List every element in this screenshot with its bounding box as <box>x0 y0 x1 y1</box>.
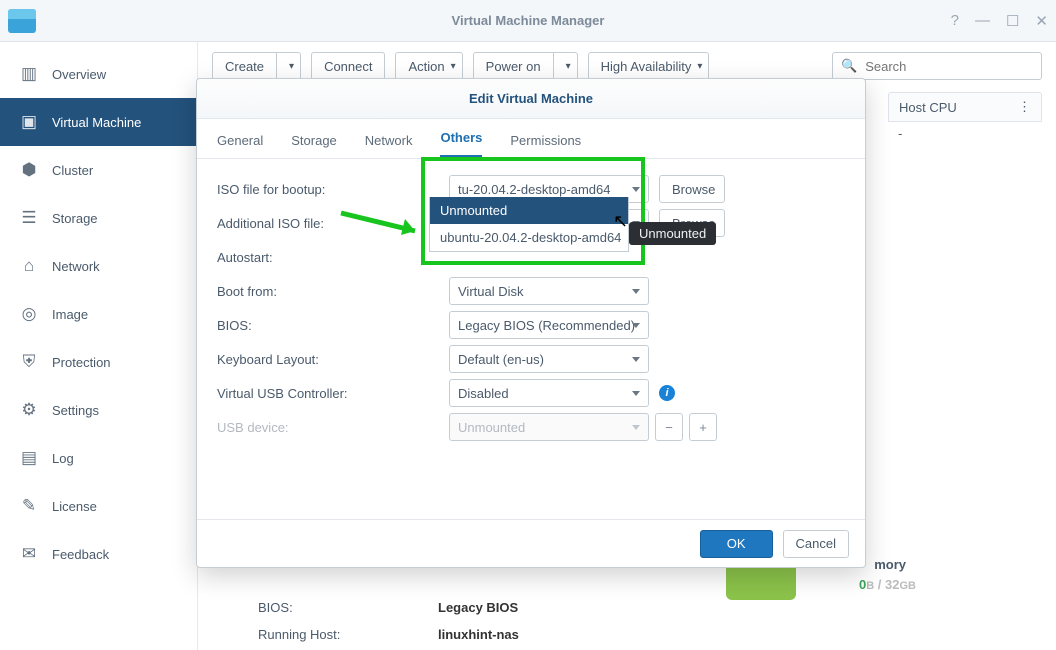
network-icon: ⌂ <box>18 255 40 277</box>
overview-icon: ▥ <box>18 63 40 85</box>
sidebar-item-label: Settings <box>52 403 99 418</box>
label-autostart: Autostart: <box>217 250 449 265</box>
tooltip: Unmounted <box>629 222 716 245</box>
sidebar-item-label: Image <box>52 307 88 322</box>
sidebar-item-label: Cluster <box>52 163 93 178</box>
action-button[interactable]: Action▾ <box>395 52 462 80</box>
sidebar-item-virtual-machine[interactable]: ▣ Virtual Machine <box>0 98 197 146</box>
modal-title: Edit Virtual Machine <box>197 79 865 119</box>
minimize-icon[interactable]: — <box>975 12 990 30</box>
title-bar: Virtual Machine Manager ? — ☐ ✕ <box>0 0 1056 42</box>
power-on-caret[interactable]: ▾ <box>554 52 578 80</box>
iso-bootup-browse-button[interactable]: Browse <box>659 175 725 203</box>
modal-tabs: General Storage Network Others Permissio… <box>197 119 865 159</box>
sidebar-item-label: License <box>52 499 97 514</box>
sidebar-item-network[interactable]: ⌂ Network <box>0 242 197 290</box>
sidebar-item-label: Log <box>52 451 74 466</box>
form-area: ISO file for bootup: tu-20.04.2-desktop-… <box>197 159 865 519</box>
toolbar: Create ▾ Connect Action▾ Power on ▾ High… <box>212 52 1042 80</box>
sidebar-item-label: Protection <box>52 355 111 370</box>
help-icon[interactable]: ? <box>951 12 959 30</box>
sidebar-item-protection[interactable]: ⛨ Protection <box>0 338 197 386</box>
vm-icon: ▣ <box>18 111 40 133</box>
label-additional-iso: Additional ISO file: <box>217 216 449 231</box>
connect-button[interactable]: Connect <box>311 52 385 80</box>
bios-select[interactable]: Legacy BIOS (Recommended) <box>449 311 649 339</box>
label-usb-controller: Virtual USB Controller: <box>217 386 449 401</box>
cluster-icon: ⬢ <box>18 159 40 181</box>
sidebar-item-feedback[interactable]: ✉ Feedback <box>0 530 197 578</box>
search-icon: 🔍 <box>841 58 857 74</box>
sidebar-item-overview[interactable]: ▥ Overview <box>0 50 197 98</box>
label-bios: BIOS: <box>217 318 449 333</box>
sidebar-item-label: Virtual Machine <box>52 115 141 130</box>
sidebar-item-label: Storage <box>52 211 98 226</box>
settings-icon: ⚙ <box>18 399 40 421</box>
sidebar-item-image[interactable]: ◎ Image <box>0 290 197 338</box>
feedback-icon: ✉ <box>18 543 40 565</box>
memory-value: 0B / 32GB <box>859 577 916 592</box>
tab-others[interactable]: Others <box>440 130 482 158</box>
memory-label: mory <box>874 557 906 572</box>
tab-network[interactable]: Network <box>365 133 413 158</box>
tab-permissions[interactable]: Permissions <box>510 133 581 158</box>
label-boot-from: Boot from: <box>217 284 449 299</box>
log-icon: ▤ <box>18 447 40 469</box>
dropdown-option-unmounted[interactable]: Unmounted <box>430 197 628 224</box>
caret-down-icon: ▾ <box>697 61 702 72</box>
tab-general[interactable]: General <box>217 133 263 158</box>
create-button[interactable]: Create <box>212 52 277 80</box>
caret-down-icon: ▾ <box>289 61 294 72</box>
sidebar-item-cluster[interactable]: ⬢ Cluster <box>0 146 197 194</box>
sidebar-item-log[interactable]: ▤ Log <box>0 434 197 482</box>
sidebar-item-license[interactable]: ✎ License <box>0 482 197 530</box>
label-keyboard-layout: Keyboard Layout: <box>217 352 449 367</box>
app-icon <box>8 9 36 33</box>
high-availability-button[interactable]: High Availability▾ <box>588 52 710 80</box>
sidebar-item-settings[interactable]: ⚙ Settings <box>0 386 197 434</box>
storage-icon: ☰ <box>18 207 40 229</box>
table-row-value: - <box>888 122 1042 145</box>
close-icon[interactable]: ✕ <box>1035 12 1048 30</box>
license-icon: ✎ <box>18 495 40 517</box>
usb-remove-button[interactable]: − <box>655 413 683 441</box>
keyboard-layout-select[interactable]: Default (en-us) <box>449 345 649 373</box>
usb-controller-select[interactable]: Disabled <box>449 379 649 407</box>
additional-iso-dropdown: Unmounted ubuntu-20.04.2-desktop-amd64 <box>429 197 629 252</box>
sidebar-item-label: Feedback <box>52 547 109 562</box>
boot-from-select[interactable]: Virtual Disk <box>449 277 649 305</box>
modal-footer: OK Cancel <box>197 519 865 567</box>
sidebar-item-storage[interactable]: ☰ Storage <box>0 194 197 242</box>
ok-button[interactable]: OK <box>700 530 773 558</box>
caret-down-icon: ▾ <box>451 61 456 72</box>
search-input[interactable] <box>863 58 1043 75</box>
image-icon: ◎ <box>18 303 40 325</box>
caret-down-icon: ▾ <box>566 61 571 72</box>
info-icon[interactable]: i <box>659 385 675 401</box>
create-caret[interactable]: ▾ <box>277 52 301 80</box>
window-title: Virtual Machine Manager <box>0 13 1056 28</box>
edit-vm-modal: Edit Virtual Machine General Storage Net… <box>196 78 866 568</box>
protection-icon: ⛨ <box>18 351 40 373</box>
usb-add-button[interactable]: + <box>689 413 717 441</box>
search-box[interactable]: 🔍 <box>832 52 1042 80</box>
kebab-icon[interactable]: ⋮ <box>1018 99 1031 115</box>
power-on-button[interactable]: Power on <box>473 52 554 80</box>
label-iso-bootup: ISO file for bootup: <box>217 182 449 197</box>
tab-storage[interactable]: Storage <box>291 133 337 158</box>
sidebar-item-label: Network <box>52 259 100 274</box>
usb-device-select: Unmounted <box>449 413 649 441</box>
column-header-host-cpu[interactable]: Host CPU ⋮ <box>888 92 1042 122</box>
dropdown-option-ubuntu[interactable]: ubuntu-20.04.2-desktop-amd64 <box>430 224 628 251</box>
cancel-button[interactable]: Cancel <box>783 530 849 558</box>
sidebar: ▥ Overview ▣ Virtual Machine ⬢ Cluster ☰… <box>0 42 198 650</box>
maximize-icon[interactable]: ☐ <box>1006 12 1019 30</box>
label-usb-device: USB device: <box>217 420 449 435</box>
sidebar-item-label: Overview <box>52 67 106 82</box>
